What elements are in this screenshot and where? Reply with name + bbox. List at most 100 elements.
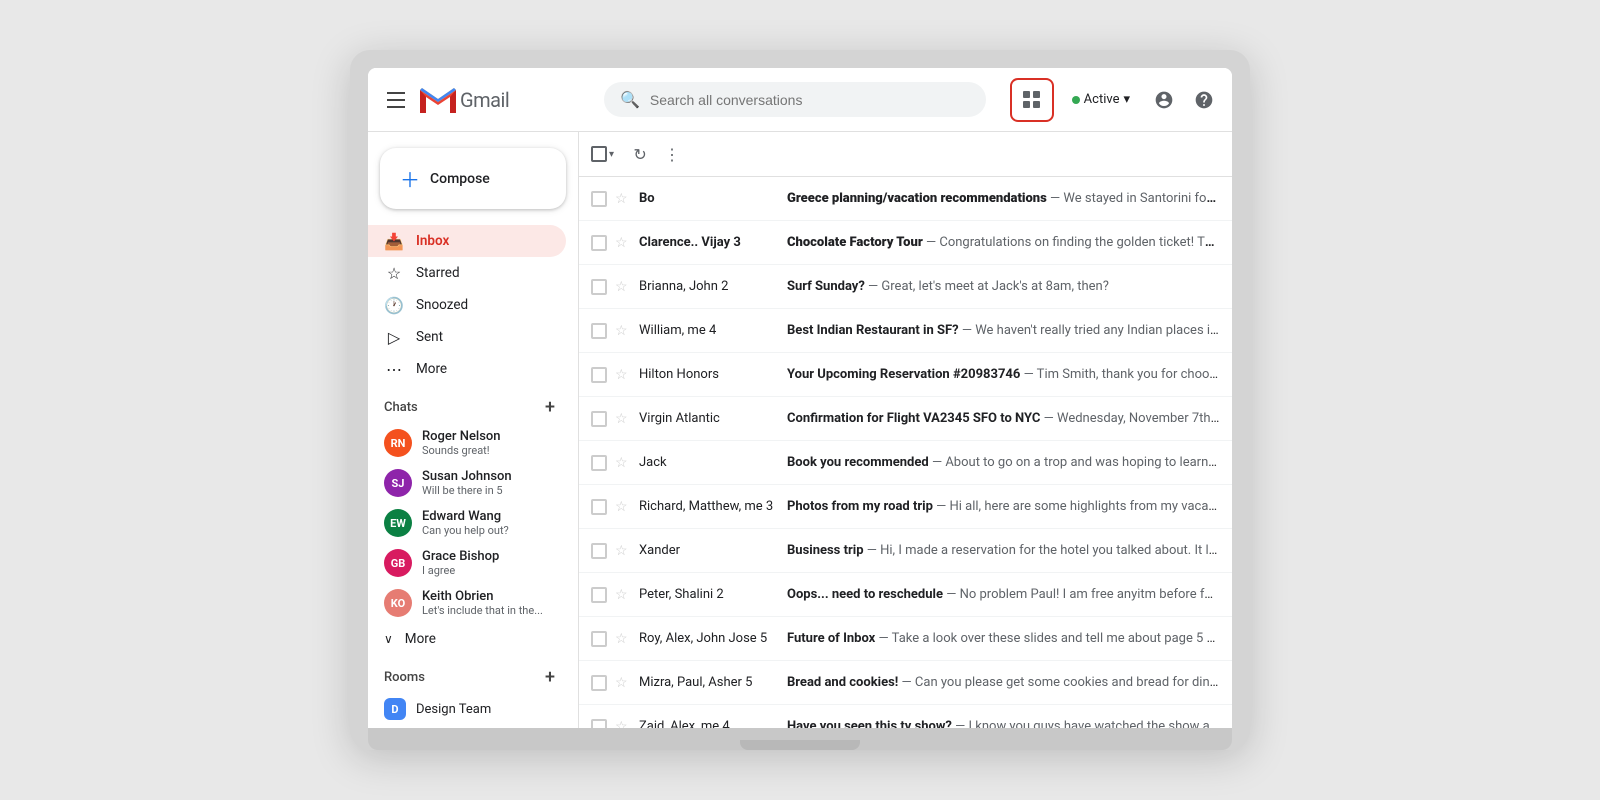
chat-info-edward: Edward Wang Can you help out? xyxy=(422,509,562,537)
email-star[interactable]: ☆ xyxy=(615,499,631,515)
email-star[interactable]: ☆ xyxy=(615,367,631,383)
email-row[interactable]: ☆ Richard, Matthew, me 3 Photos from my … xyxy=(579,485,1232,529)
rooms-add-button[interactable]: + xyxy=(538,665,562,689)
email-row[interactable]: ☆ Clarence.. Vijay 3 Chocolate Factory T… xyxy=(579,221,1232,265)
email-row[interactable]: ☆ Peter, Shalini 2 Oops... need to resch… xyxy=(579,573,1232,617)
chats-add-button[interactable]: + xyxy=(538,395,562,419)
email-checkbox[interactable] xyxy=(591,323,607,339)
email-star[interactable]: ☆ xyxy=(615,675,631,691)
inbox-label: Inbox xyxy=(416,233,449,249)
sidebar-item-sent[interactable]: ▷ Sent xyxy=(368,321,566,353)
email-star[interactable]: ☆ xyxy=(615,587,631,603)
inbox-icon: 📥 xyxy=(384,232,404,251)
email-checkbox[interactable] xyxy=(591,411,607,427)
email-row[interactable]: ☆ Zaid, Alex, me 4 Have you seen this tv… xyxy=(579,705,1232,728)
email-star[interactable]: ☆ xyxy=(615,323,631,339)
compose-button[interactable]: ＋ Compose xyxy=(380,148,566,209)
chat-item-roger[interactable]: RN Roger Nelson Sounds great! xyxy=(368,423,578,463)
chat-name-edward: Edward Wang xyxy=(422,509,562,524)
search-bar[interactable]: 🔍 xyxy=(604,82,986,117)
grid-view-button[interactable] xyxy=(1010,78,1054,122)
email-subject: Your Upcoming Reservation #20983746 — Ti… xyxy=(787,367,1220,382)
email-checkbox[interactable] xyxy=(591,543,607,559)
chat-item-grace[interactable]: GB Grace Bishop I agree xyxy=(368,543,578,583)
sidebar-item-inbox[interactable]: 📥 Inbox xyxy=(368,225,566,257)
email-row[interactable]: ☆ Brianna, John 2 Surf Sunday? — Great, … xyxy=(579,265,1232,309)
compose-plus-icon: ＋ xyxy=(400,164,420,193)
account-icon[interactable] xyxy=(1148,84,1180,116)
chat-info-susan: Susan Johnson Will be there in 5 xyxy=(422,469,562,497)
email-snippet: — No problem Paul! I am free anyitm befo… xyxy=(946,587,1220,602)
chat-name-susan: Susan Johnson xyxy=(422,469,562,484)
email-snippet: — Tim Smith, thank you for choosing Hi..… xyxy=(1024,367,1220,382)
email-checkbox[interactable] xyxy=(591,719,607,729)
avatar-grace: GB xyxy=(384,549,412,577)
email-row[interactable]: ☆ Mizra, Paul, Asher 5 Bread and cookies… xyxy=(579,661,1232,705)
email-sender: Mizra, Paul, Asher 5 xyxy=(639,675,779,690)
email-star[interactable]: ☆ xyxy=(615,719,631,729)
email-star[interactable]: ☆ xyxy=(615,631,631,647)
sidebar-item-more[interactable]: ⋯ More xyxy=(368,353,566,385)
email-star[interactable]: ☆ xyxy=(615,279,631,295)
help-svg xyxy=(1194,90,1214,110)
rooms-section-header: Rooms + xyxy=(368,655,578,693)
chats-section-header: Chats + xyxy=(368,385,578,423)
email-subject: Have you seen this tv show? — I know you… xyxy=(787,719,1220,728)
chat-item-edward[interactable]: EW Edward Wang Can you help out? xyxy=(368,503,578,543)
header-search: 🔍 xyxy=(604,82,986,117)
email-checkbox[interactable] xyxy=(591,587,607,603)
sidebar-item-snoozed[interactable]: 🕐 Snoozed xyxy=(368,289,566,321)
room-item-mustard[interactable]: P Project Mustard xyxy=(368,725,578,728)
sidebar-item-starred[interactable]: ☆ Starred xyxy=(368,257,566,289)
email-row[interactable]: ☆ Virgin Atlantic Confirmation for Fligh… xyxy=(579,397,1232,441)
email-checkbox[interactable] xyxy=(591,191,607,207)
email-row[interactable]: ☆ Hilton Honors Your Upcoming Reservatio… xyxy=(579,353,1232,397)
chat-name-roger: Roger Nelson xyxy=(422,429,562,444)
email-sender: Hilton Honors xyxy=(639,367,779,382)
email-star[interactable]: ☆ xyxy=(615,191,631,207)
email-checkbox[interactable] xyxy=(591,455,607,471)
select-dropdown-arrow[interactable]: ▾ xyxy=(609,149,614,160)
email-subject: Future of Inbox — Take a look over these… xyxy=(787,631,1220,646)
avatar-edward: EW xyxy=(384,509,412,537)
email-snippet: — Hi, I made a reservation for the hotel… xyxy=(867,543,1220,558)
email-star[interactable]: ☆ xyxy=(615,455,631,471)
room-item-design[interactable]: D Design Team xyxy=(368,693,578,725)
email-checkbox[interactable] xyxy=(591,631,607,647)
email-sender: Roy, Alex, John Jose 5 xyxy=(639,631,779,646)
email-row[interactable]: ☆ Jack Book you recommended — About to g… xyxy=(579,441,1232,485)
email-row[interactable]: ☆ Roy, Alex, John Jose 5 Future of Inbox… xyxy=(579,617,1232,661)
chats-more-button[interactable]: ∨ More xyxy=(368,623,578,655)
email-checkbox[interactable] xyxy=(591,675,607,691)
email-checkbox[interactable] xyxy=(591,279,607,295)
email-checkbox[interactable] xyxy=(591,499,607,515)
email-sender: Peter, Shalini 2 xyxy=(639,587,779,602)
email-row[interactable]: ☆ William, me 4 Best Indian Restaurant i… xyxy=(579,309,1232,353)
gmail-header: Gmail 🔍 xyxy=(368,68,1232,132)
email-row[interactable]: ☆ Xander Business trip — Hi, I made a re… xyxy=(579,529,1232,573)
active-label: Active xyxy=(1084,92,1120,107)
select-all-checkbox[interactable] xyxy=(591,146,607,162)
email-star[interactable]: ☆ xyxy=(615,235,631,251)
more-options-button[interactable]: ⋮ xyxy=(658,140,686,168)
active-status-button[interactable]: Active ▾ xyxy=(1062,86,1140,113)
chat-preview-roger: Sounds great! xyxy=(422,444,562,457)
search-input[interactable] xyxy=(650,92,970,108)
account-svg xyxy=(1154,90,1174,110)
help-icon[interactable] xyxy=(1188,84,1220,116)
grid-icon xyxy=(1023,91,1041,109)
email-checkbox[interactable] xyxy=(591,367,607,383)
chat-item-keith[interactable]: KO Keith Obrien Let's include that in th… xyxy=(368,583,578,623)
email-checkbox[interactable] xyxy=(591,235,607,251)
email-star[interactable]: ☆ xyxy=(615,543,631,559)
email-star[interactable]: ☆ xyxy=(615,411,631,427)
email-row[interactable]: ☆ Bo Greece planning/vacation recommenda… xyxy=(579,177,1232,221)
chat-item-susan[interactable]: SJ Susan Johnson Will be there in 5 xyxy=(368,463,578,503)
main-content: ▾ ↻ ⋮ ☆ Bo Greece planning/vacation reco… xyxy=(578,132,1232,728)
room-name-design: Design Team xyxy=(416,702,491,717)
email-subject: Confirmation for Flight VA2345 SFO to NY… xyxy=(787,411,1220,426)
email-sender: Richard, Matthew, me 3 xyxy=(639,499,779,514)
hamburger-menu-icon[interactable] xyxy=(380,84,412,116)
refresh-button[interactable]: ↻ xyxy=(626,140,654,168)
select-all-checkbox-area[interactable]: ▾ xyxy=(591,146,614,162)
